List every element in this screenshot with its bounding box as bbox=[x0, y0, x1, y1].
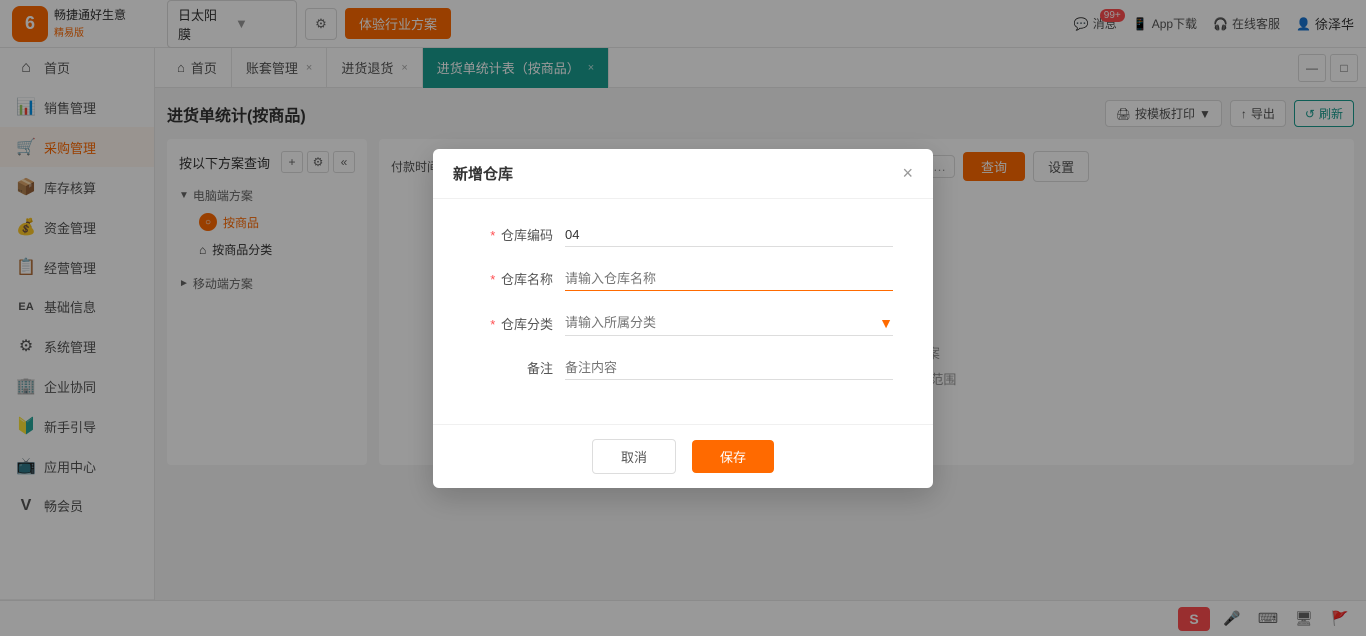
category-input[interactable] bbox=[565, 315, 879, 330]
dialog-header: 新增仓库 × bbox=[433, 149, 933, 199]
code-input[interactable] bbox=[565, 223, 893, 247]
dialog-close-button[interactable]: × bbox=[902, 164, 913, 182]
add-warehouse-dialog: 新增仓库 × * 仓库编码 * 仓库名称 bbox=[433, 149, 933, 488]
note-form-row: 备注 bbox=[473, 356, 893, 380]
dialog-footer: 取消 保存 bbox=[433, 424, 933, 488]
save-button[interactable]: 保存 bbox=[692, 440, 774, 473]
category-label: * 仓库分类 bbox=[473, 314, 553, 333]
dialog-overlay: 新增仓库 × * 仓库编码 * 仓库名称 bbox=[0, 0, 1366, 636]
category-dropdown-arrow-icon: ▼ bbox=[879, 315, 893, 331]
note-input[interactable] bbox=[565, 356, 893, 380]
category-form-row: * 仓库分类 ▼ bbox=[473, 311, 893, 336]
name-input[interactable] bbox=[565, 267, 893, 291]
note-label: 备注 bbox=[473, 358, 553, 377]
name-form-row: * 仓库名称 bbox=[473, 267, 893, 291]
code-label: * 仓库编码 bbox=[473, 225, 553, 244]
category-select-wrap: ▼ bbox=[565, 311, 893, 336]
code-form-row: * 仓库编码 bbox=[473, 223, 893, 247]
dialog-title: 新增仓库 bbox=[453, 163, 513, 184]
dialog-body: * 仓库编码 * 仓库名称 * 仓库分类 bbox=[433, 199, 933, 424]
name-label: * 仓库名称 bbox=[473, 269, 553, 288]
cancel-button[interactable]: 取消 bbox=[592, 439, 676, 474]
